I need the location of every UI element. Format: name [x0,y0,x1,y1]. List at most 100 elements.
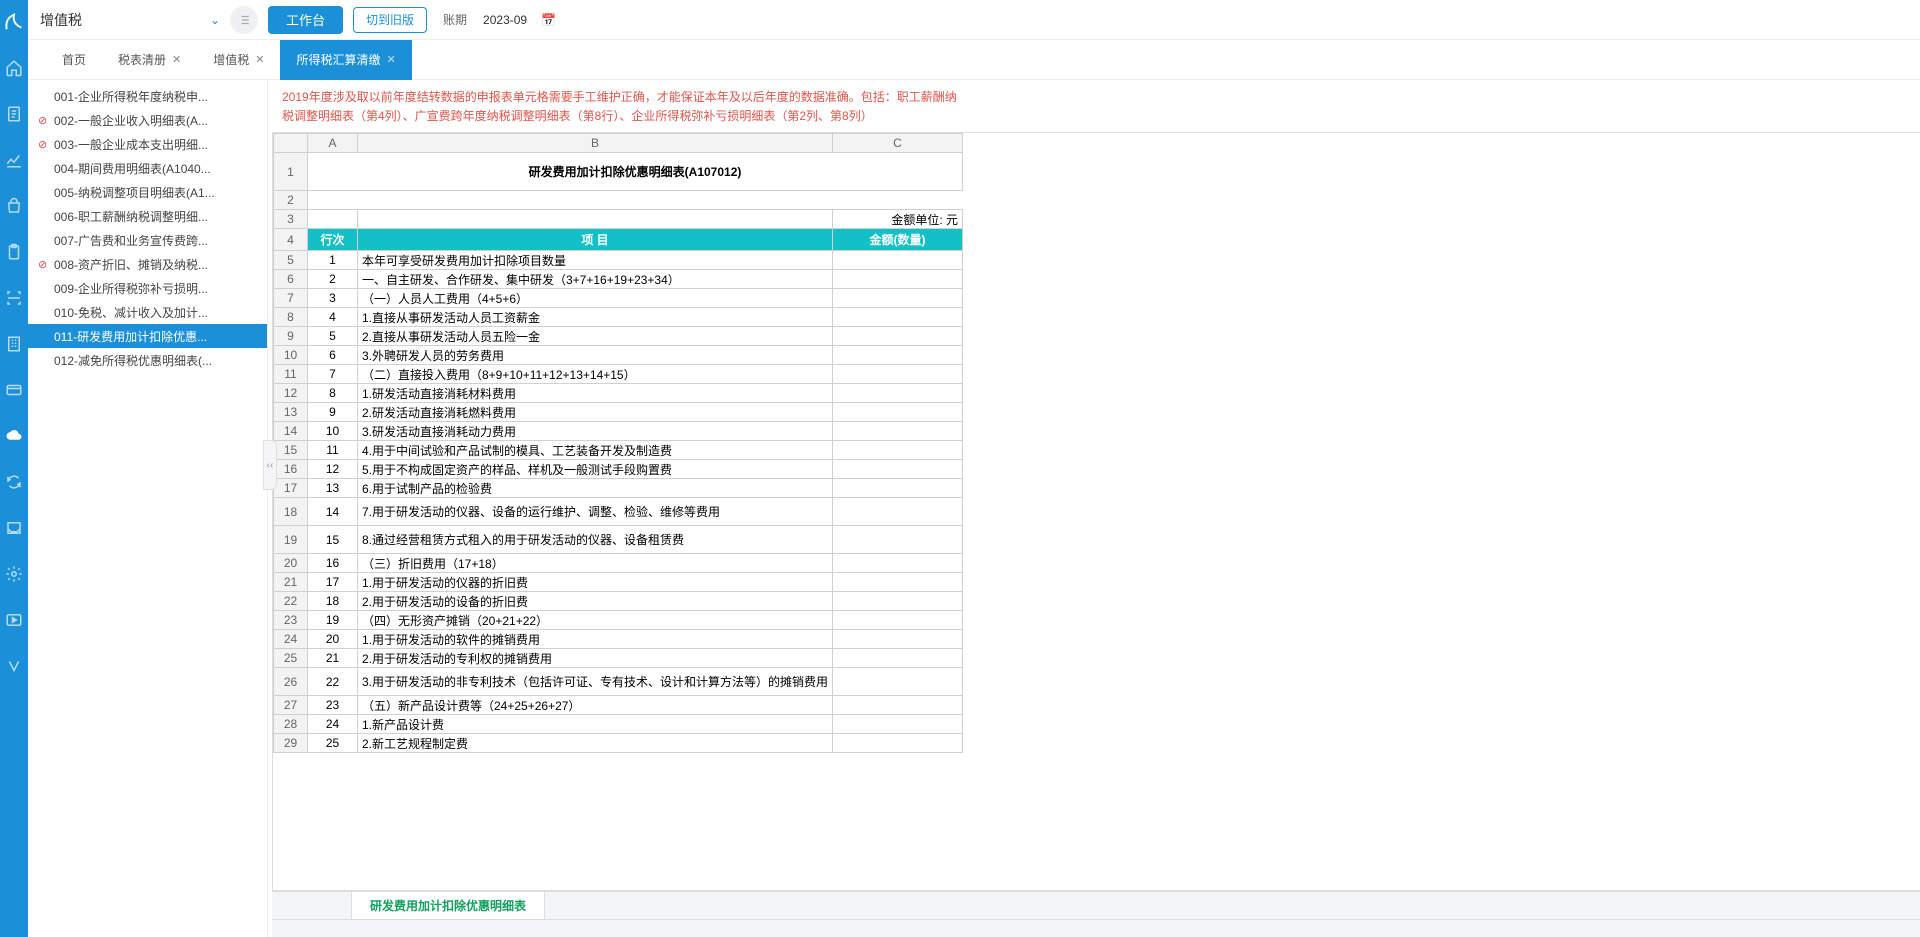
tree-item[interactable]: 010-免税、减计收入及加计... [28,300,267,324]
tree-item[interactable]: 006-职工薪酬纳税调整明细... [28,204,267,228]
tab-close-icon[interactable]: ✕ [172,53,181,66]
item-cell[interactable]: （一）人员人工费用（4+5+6） [358,289,833,308]
amount-cell[interactable] [833,630,963,649]
item-cell[interactable]: （二）直接投入费用（8+9+10+11+12+13+14+15） [358,365,833,384]
tree-item[interactable]: 007-广告费和业务宣传费跨... [28,228,267,252]
item-cell[interactable]: 1.用于研发活动的软件的摊销费用 [358,630,833,649]
row-header[interactable]: 29 [274,734,308,753]
row-header[interactable]: 28 [274,715,308,734]
nav-clipboard-icon[interactable] [0,238,28,266]
calendar-icon[interactable]: 📅 [541,13,556,27]
row-header[interactable]: 16 [274,460,308,479]
item-cell[interactable]: 1.新产品设计费 [358,715,833,734]
seq-cell[interactable]: 3 [308,289,358,308]
row-header[interactable]: 19 [274,526,308,554]
row-header[interactable]: 14 [274,422,308,441]
amount-cell[interactable] [833,346,963,365]
item-cell[interactable]: 2.直接从事研发活动人员五险一金 [358,327,833,346]
sheet-tab[interactable]: 研发费用加计扣除优惠明细表 [352,892,545,919]
amount-cell[interactable] [833,460,963,479]
tree-item[interactable]: 004-期间费用明细表(A1040... [28,156,267,180]
row-header[interactable]: 11 [274,365,308,384]
item-cell[interactable]: 1.研发活动直接消耗材料费用 [358,384,833,403]
switch-old-button[interactable]: 切到旧版 [353,7,427,33]
seq-cell[interactable]: 17 [308,573,358,592]
tree-item[interactable]: 003-一般企业成本支出明细... [28,132,267,156]
nav-v-icon[interactable] [0,652,28,680]
amount-cell[interactable] [833,715,963,734]
row-header[interactable]: 13 [274,403,308,422]
tree-item[interactable]: 011-研发费用加计扣除优惠... [28,324,267,348]
list-button[interactable] [230,6,258,34]
amount-cell[interactable] [833,384,963,403]
item-cell[interactable]: 1.直接从事研发活动人员工资薪金 [358,308,833,327]
item-cell[interactable]: 3.用于研发活动的非专利技术（包括许可证、专有技术、设计和计算方法等）的摊销费用 [358,668,833,696]
item-cell[interactable]: （三）折旧费用（17+18） [358,554,833,573]
seq-cell[interactable]: 23 [308,696,358,715]
amount-cell[interactable] [833,526,963,554]
seq-cell[interactable]: 11 [308,441,358,460]
item-cell[interactable]: （五）新产品设计费等（24+25+26+27） [358,696,833,715]
amount-cell[interactable] [833,696,963,715]
nav-building-icon[interactable] [0,330,28,358]
tree-item[interactable]: 008-资产折旧、摊销及纳税... [28,252,267,276]
nav-scan-icon[interactable] [0,284,28,312]
tab-close-icon[interactable]: ✕ [387,53,396,66]
amount-cell[interactable] [833,403,963,422]
row-header[interactable]: 24 [274,630,308,649]
seq-cell[interactable]: 1 [308,251,358,270]
amount-cell[interactable] [833,592,963,611]
item-cell[interactable]: 7.用于研发活动的仪器、设备的运行维护、调整、检验、维修等费用 [358,498,833,526]
collapse-left-panel[interactable]: ‹‹ [263,440,277,490]
item-cell[interactable]: 5.用于不构成固定资产的样品、样机及一般测试手段购置费 [358,460,833,479]
tree-item[interactable]: 009-企业所得税弥补亏损明... [28,276,267,300]
spreadsheet[interactable]: ABC1研发费用加计扣除优惠明细表(A107012)23金额单位: 元4行次项 … [272,132,1920,891]
seq-cell[interactable]: 16 [308,554,358,573]
seq-cell[interactable]: 22 [308,668,358,696]
nav-doc-icon[interactable] [0,100,28,128]
col-header[interactable]: A [308,134,358,153]
seq-cell[interactable]: 15 [308,526,358,554]
nav-cloud-icon[interactable] [0,422,28,450]
tree-item[interactable]: 012-减免所得税优惠明细表(... [28,348,267,372]
nav-refresh-icon[interactable] [0,468,28,496]
amount-cell[interactable] [833,573,963,592]
col-header[interactable]: B [358,134,833,153]
sheet-hscroll[interactable] [272,919,1920,937]
amount-cell[interactable] [833,498,963,526]
row-header[interactable]: 8 [274,308,308,327]
item-cell[interactable]: 6.用于试制产品的检验费 [358,479,833,498]
amount-cell[interactable] [833,611,963,630]
seq-cell[interactable]: 12 [308,460,358,479]
seq-cell[interactable]: 2 [308,270,358,289]
seq-cell[interactable]: 4 [308,308,358,327]
nav-inbox-icon[interactable] [0,514,28,542]
row-header[interactable]: 21 [274,573,308,592]
amount-cell[interactable] [833,270,963,289]
amount-cell[interactable] [833,365,963,384]
amount-cell[interactable] [833,479,963,498]
item-cell[interactable]: 2.新工艺规程制定费 [358,734,833,753]
nav-chart-icon[interactable] [0,146,28,174]
seq-cell[interactable]: 8 [308,384,358,403]
amount-cell[interactable] [833,308,963,327]
row-header[interactable]: 25 [274,649,308,668]
seq-cell[interactable]: 24 [308,715,358,734]
seq-cell[interactable]: 7 [308,365,358,384]
item-cell[interactable]: （四）无形资产摊销（20+21+22） [358,611,833,630]
tree-item[interactable]: 001-企业所得税年度纳税申... [28,84,267,108]
col-header[interactable]: C [833,134,963,153]
tab-close-icon[interactable]: ✕ [255,53,264,66]
seq-cell[interactable]: 9 [308,403,358,422]
item-cell[interactable]: 1.用于研发活动的仪器的折旧费 [358,573,833,592]
item-cell[interactable]: 2.用于研发活动的专利权的摊销费用 [358,649,833,668]
item-cell[interactable]: 2.用于研发活动的设备的折旧费 [358,592,833,611]
tab-首页[interactable]: 首页 [46,40,102,80]
seq-cell[interactable]: 13 [308,479,358,498]
row-header[interactable]: 10 [274,346,308,365]
nav-card-icon[interactable] [0,376,28,404]
nav-home-icon[interactable] [0,54,28,82]
row-header[interactable]: 5 [274,251,308,270]
nav-video-icon[interactable] [0,606,28,634]
row-header[interactable]: 26 [274,668,308,696]
